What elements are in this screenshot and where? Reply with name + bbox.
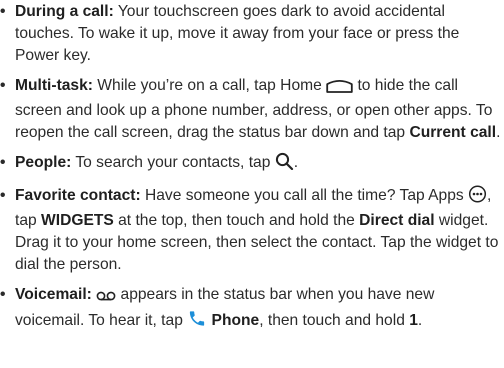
tip-favorite-contact: • Favorite contact: Have someone you cal… <box>0 185 499 273</box>
home-icon <box>326 77 353 100</box>
bullet: • <box>0 154 6 171</box>
tips-list: • During a call: Your touchscreen goes d… <box>0 0 504 335</box>
tip-term: Favorite contact: <box>15 187 141 204</box>
tip-term: Multi-task: <box>15 77 93 94</box>
bullet: • <box>0 187 6 204</box>
voicemail-icon <box>96 287 116 309</box>
tip-term: People: <box>15 154 72 171</box>
bullet: • <box>0 286 6 303</box>
tip-multi-task: • Multi-task: While you’re on a call, ta… <box>0 77 501 141</box>
tip-voicemail: • Voicemail: appears in the status bar w… <box>0 284 504 335</box>
bullet: • <box>0 3 6 20</box>
tip-term: During a call: <box>15 3 114 20</box>
apps-icon <box>468 185 487 210</box>
manual-page: { "items": [ { "term": "During a call:",… <box>0 0 504 368</box>
tip-people: • People: To search your contacts, tap . <box>0 152 504 177</box>
tip-during-call: • During a call: Your touchscreen goes d… <box>0 3 460 64</box>
tip-term: Voicemail: <box>15 286 92 303</box>
bullet: • <box>0 77 6 94</box>
phone-icon <box>187 309 207 335</box>
search-icon <box>275 152 294 177</box>
